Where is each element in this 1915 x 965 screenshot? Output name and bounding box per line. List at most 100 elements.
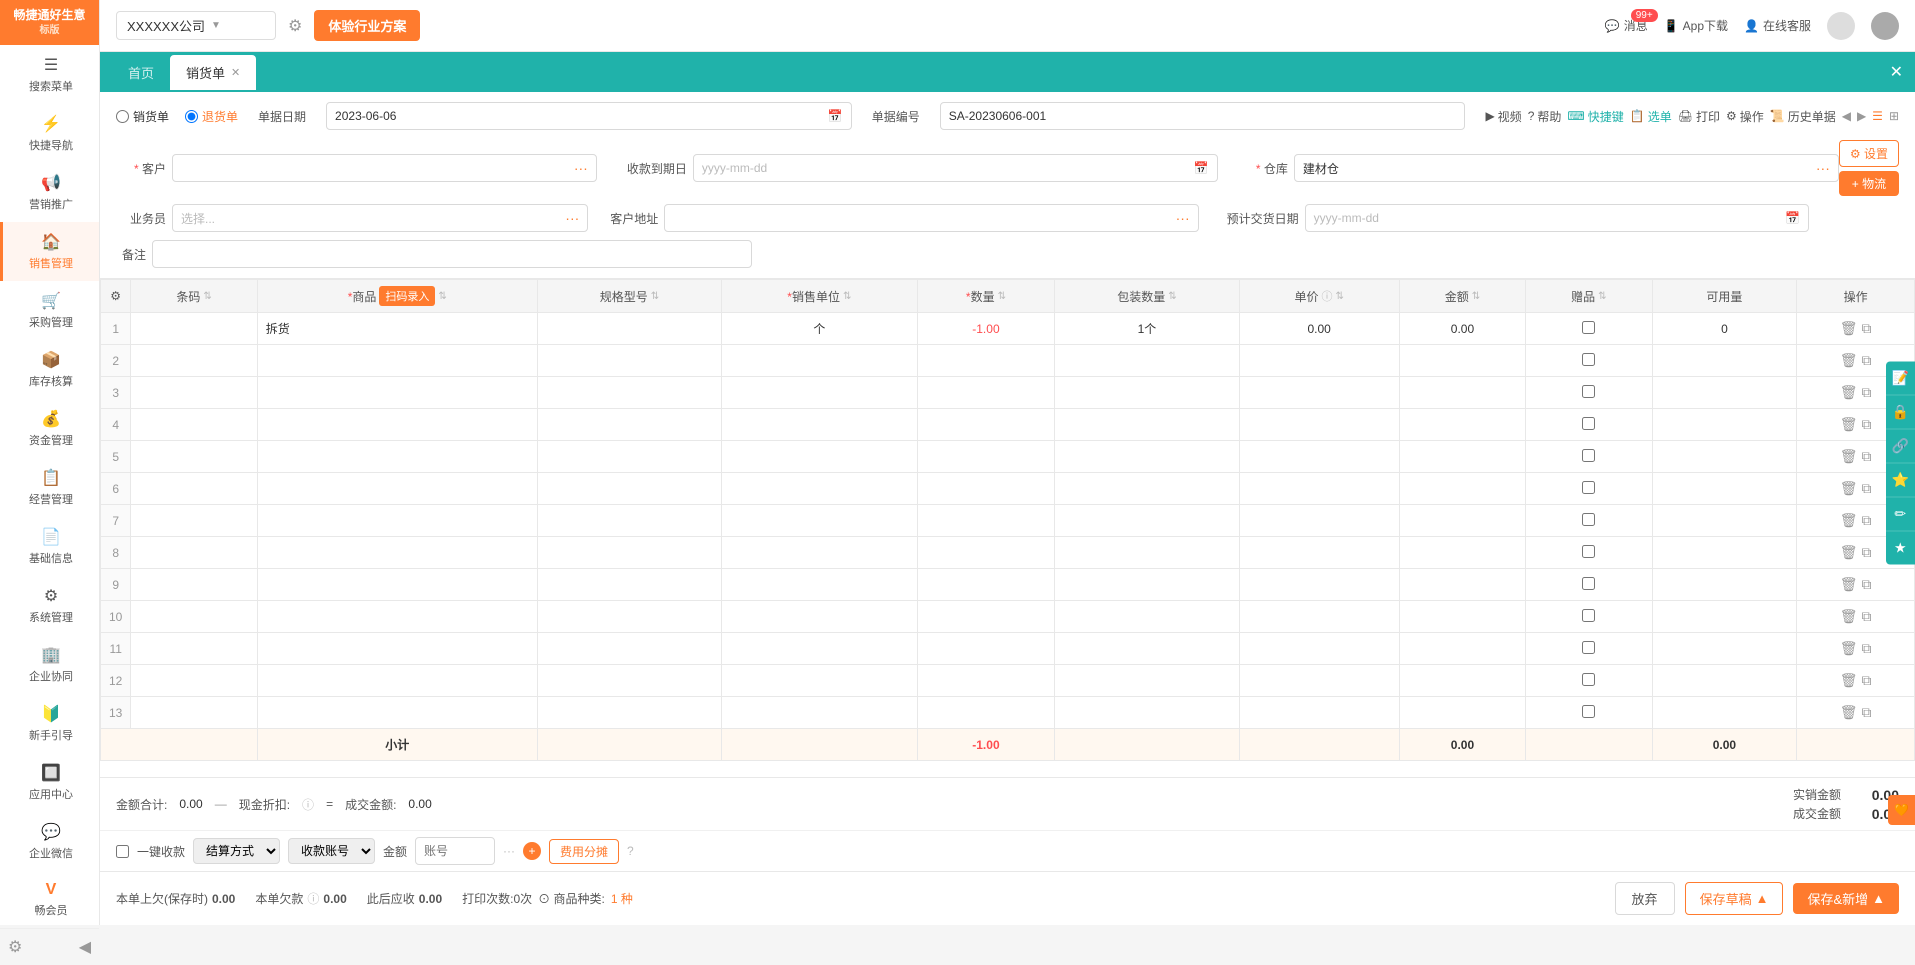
expense-split-button[interactable]: 费用分摊	[549, 839, 619, 864]
warehouse-input[interactable]: 建材仓 ···	[1294, 154, 1839, 182]
copy-row-button[interactable]: ⧉	[1862, 384, 1872, 401]
cell-spec[interactable]	[537, 473, 721, 505]
cell-amount[interactable]	[1399, 601, 1525, 633]
cell-unit[interactable]	[722, 697, 918, 729]
cell-pkg-qty[interactable]	[1055, 537, 1239, 569]
gift-checkbox[interactable]	[1582, 641, 1595, 654]
logistics-button[interactable]: + 物流	[1839, 171, 1899, 196]
cell-barcode[interactable]	[131, 601, 257, 633]
cell-qty[interactable]	[917, 601, 1055, 633]
cell-amount[interactable]	[1399, 377, 1525, 409]
settlement-method-select[interactable]: 结算方式	[193, 838, 280, 864]
cell-product[interactable]	[257, 377, 537, 409]
gift-checkbox[interactable]	[1582, 417, 1595, 430]
history-link[interactable]: 📜 历史单据	[1770, 108, 1836, 125]
delete-row-button[interactable]: 🗑	[1840, 608, 1858, 625]
note-input[interactable]	[152, 240, 752, 268]
collapse-icon[interactable]: ◀	[79, 937, 91, 957]
gift-checkbox[interactable]	[1582, 321, 1595, 334]
online-support-item[interactable]: 👤 在线客服	[1744, 17, 1811, 34]
delete-row-button[interactable]: 🗑	[1840, 672, 1858, 689]
cell-amount[interactable]	[1399, 441, 1525, 473]
tab-close-icon[interactable]: ✕	[231, 66, 240, 79]
gift-checkbox[interactable]	[1582, 609, 1595, 622]
settings-button[interactable]: ⚙ 设置	[1839, 140, 1899, 167]
cell-unit-price[interactable]	[1239, 697, 1399, 729]
cell-qty[interactable]	[917, 537, 1055, 569]
float-item-5[interactable]: ✏	[1886, 497, 1915, 531]
save-draft-button[interactable]: 保存草稿 ▲	[1685, 882, 1784, 915]
cell-amount[interactable]	[1399, 633, 1525, 665]
cell-barcode[interactable]	[131, 537, 257, 569]
one-click-payment-checkbox[interactable]	[116, 845, 129, 858]
cell-qty[interactable]	[917, 569, 1055, 601]
sidebar-item-sales[interactable]: 🏠 销售管理	[0, 222, 99, 281]
copy-row-button[interactable]: ⧉	[1862, 448, 1872, 465]
table-settings-icon[interactable]: ⚙	[110, 289, 121, 303]
cell-barcode[interactable]	[131, 409, 257, 441]
radio-sales-order-input[interactable]	[116, 110, 129, 123]
sidebar-item-inventory[interactable]: 📦 库存核算	[0, 340, 99, 399]
delete-row-button[interactable]: 🗑	[1840, 576, 1858, 593]
copy-row-button[interactable]: ⧉	[1862, 320, 1872, 337]
cell-barcode[interactable]	[131, 569, 257, 601]
delete-row-button[interactable]: 🗑	[1840, 640, 1858, 657]
cell-gift[interactable]	[1526, 345, 1652, 377]
copy-row-button[interactable]: ⧉	[1862, 640, 1872, 657]
help-link[interactable]: ? 帮助	[1528, 108, 1562, 125]
add-button[interactable]: +	[523, 842, 541, 860]
cell-gift[interactable]	[1526, 633, 1652, 665]
cell-amount[interactable]	[1399, 697, 1525, 729]
date-field[interactable]: 2023-06-06 📅	[326, 102, 852, 130]
cell-product[interactable]	[257, 473, 537, 505]
sidebar-item-search[interactable]: ☰ 搜索菜单	[0, 45, 99, 104]
discard-button[interactable]: 放弃	[1615, 882, 1675, 915]
float-item-6[interactable]: ★	[1886, 531, 1915, 564]
avatar[interactable]	[1827, 12, 1855, 40]
cell-gift[interactable]	[1526, 537, 1652, 569]
company-selector[interactable]: XXXXXX公司 ▼	[116, 11, 276, 40]
tab-sales-order[interactable]: 销货单 ✕	[170, 55, 256, 90]
cell-spec[interactable]	[537, 313, 721, 345]
cell-spec[interactable]	[537, 441, 721, 473]
card-view-icon[interactable]: ⊞	[1889, 109, 1899, 123]
cell-pkg-qty[interactable]	[1055, 505, 1239, 537]
cell-pkg-qty[interactable]	[1055, 633, 1239, 665]
gift-checkbox[interactable]	[1582, 545, 1595, 558]
salesman-input[interactable]: 选择... ···	[172, 204, 588, 232]
cell-unit[interactable]	[722, 633, 918, 665]
barcode-sort-icon[interactable]: ⇅	[203, 291, 211, 302]
cell-gift[interactable]	[1526, 441, 1652, 473]
choose-link[interactable]: 📋 选单	[1630, 108, 1672, 125]
avatar2[interactable]	[1871, 12, 1899, 40]
cell-pkg-qty[interactable]	[1055, 569, 1239, 601]
cell-unit[interactable]: 个	[722, 313, 918, 345]
th-settings[interactable]: ⚙	[101, 280, 131, 313]
cell-unit-price[interactable]	[1239, 409, 1399, 441]
cell-spec[interactable]	[537, 537, 721, 569]
cell-barcode[interactable]	[131, 441, 257, 473]
grid-view-icon[interactable]: ☰	[1872, 109, 1883, 123]
cell-unit-price[interactable]	[1239, 473, 1399, 505]
sidebar-item-finance[interactable]: 💰 资金管理	[0, 399, 99, 458]
sidebar-item-app-center[interactable]: 🔲 应用中心	[0, 753, 99, 812]
cell-barcode[interactable]	[131, 697, 257, 729]
cell-product[interactable]	[257, 601, 537, 633]
cell-unit-price[interactable]	[1239, 633, 1399, 665]
cell-spec[interactable]	[537, 601, 721, 633]
delete-row-button[interactable]: 🗑	[1840, 384, 1858, 401]
cell-product[interactable]	[257, 505, 537, 537]
cell-unit-price[interactable]: 0.00	[1239, 313, 1399, 345]
cell-amount[interactable]: 0.00	[1399, 313, 1525, 345]
float-item-1[interactable]: 📝	[1886, 361, 1915, 395]
cell-unit[interactable]	[722, 409, 918, 441]
cell-barcode[interactable]	[131, 313, 257, 345]
cell-gift[interactable]	[1526, 409, 1652, 441]
customer-input[interactable]: ···	[172, 154, 597, 182]
cell-qty[interactable]	[917, 441, 1055, 473]
cell-amount[interactable]	[1399, 665, 1525, 697]
cell-pkg-qty[interactable]	[1055, 665, 1239, 697]
cell-barcode[interactable]	[131, 377, 257, 409]
cell-unit[interactable]	[722, 505, 918, 537]
unit-sort-icon[interactable]: ⇅	[843, 291, 851, 302]
